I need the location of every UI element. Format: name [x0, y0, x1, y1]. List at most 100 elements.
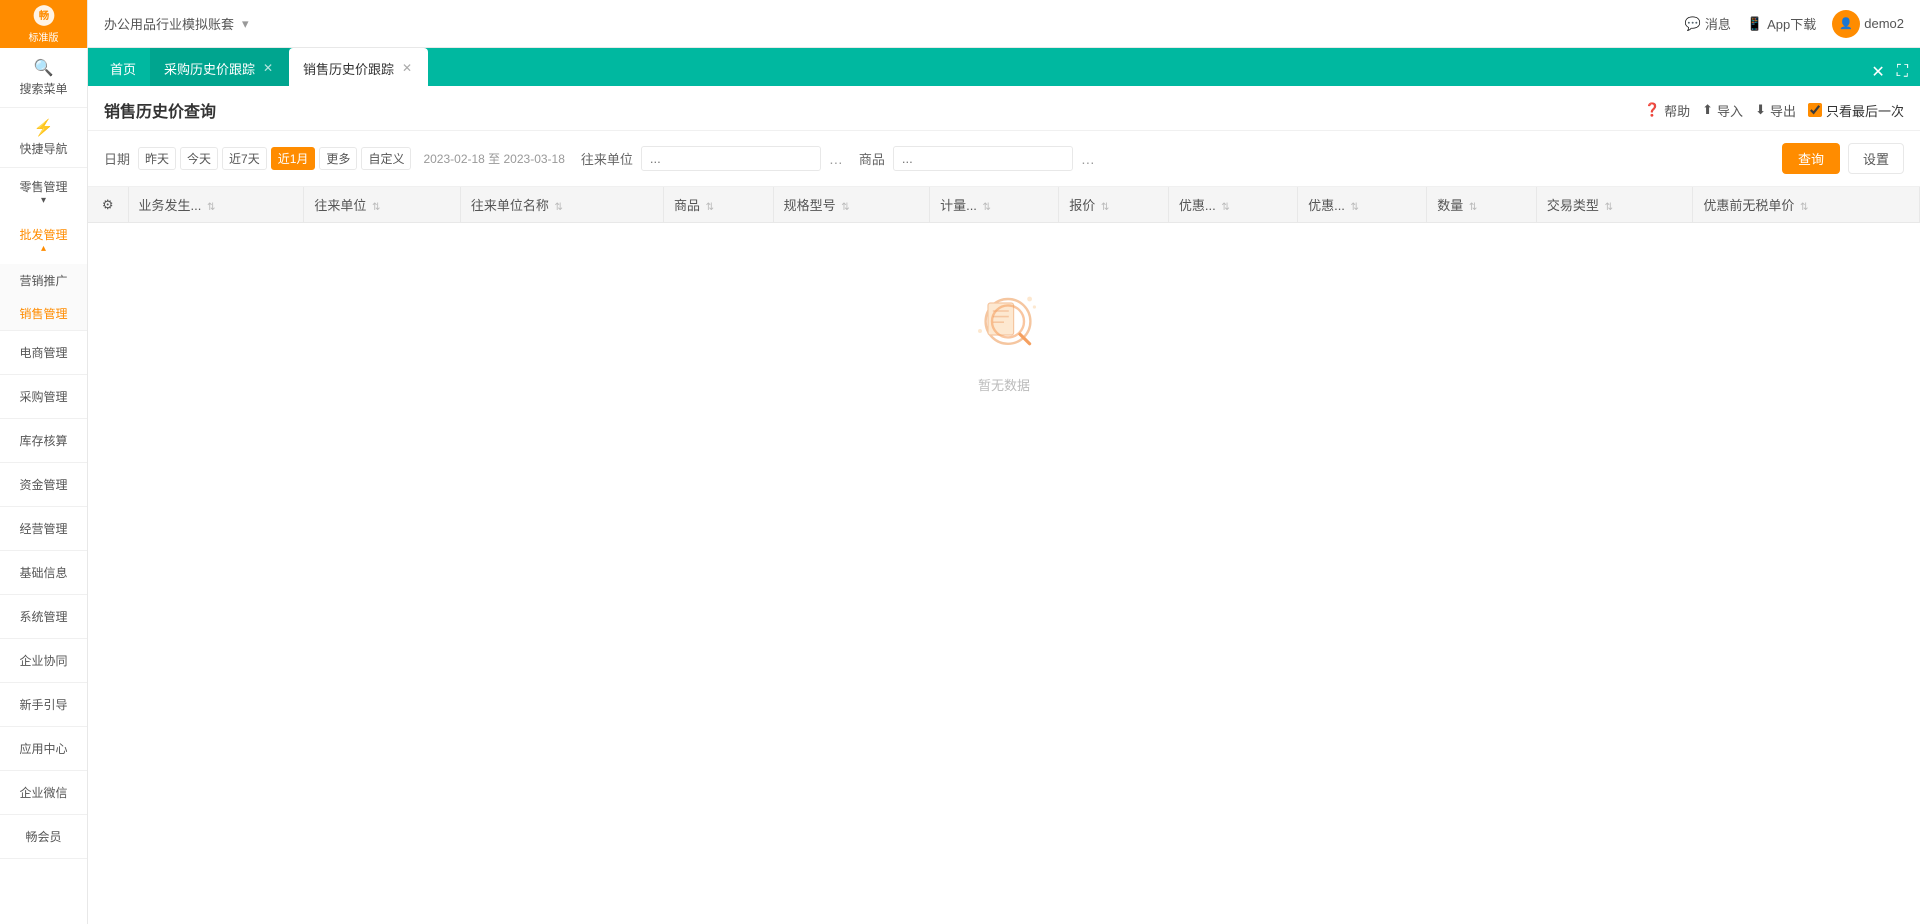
message-label: 消息 — [1705, 14, 1731, 33]
col-trade-type[interactable]: 交易类型 ⇅ — [1536, 187, 1692, 223]
wholesale-arrow: ▴ — [41, 243, 46, 254]
col-partner-name[interactable]: 往来单位名称 ⇅ — [460, 187, 663, 223]
sidebar-item-app-center[interactable]: 应用中心 — [0, 727, 87, 771]
ecommerce-label: 电商管理 — [19, 344, 67, 361]
date-more-btn[interactable]: 更多 — [319, 147, 357, 170]
sidebar-item-inventory[interactable]: 库存核算 — [0, 419, 87, 463]
sidebar-item-wechat[interactable]: 企业微信 — [0, 771, 87, 815]
tab-sales-history[interactable]: 销售历史价跟踪 ✕ — [289, 48, 428, 86]
col-unit-sort: ⇅ — [983, 202, 991, 213]
system-label: 系统管理 — [19, 608, 67, 625]
help-button[interactable]: ❓ 帮助 — [1644, 101, 1690, 120]
col-biz-date-sort: ⇅ — [207, 202, 215, 213]
col-partner-code-sort: ⇅ — [372, 202, 380, 213]
sidebar-item-system[interactable]: 系统管理 — [0, 595, 87, 639]
sidebar-item-shortcut[interactable]: ⚡ 快捷导航 — [0, 108, 87, 168]
wholesale-label: 批发管理 — [19, 226, 67, 243]
help-label: 帮助 — [1664, 101, 1690, 120]
col-discount2[interactable]: 优惠... ⇅ — [1298, 187, 1427, 223]
date-1month-btn[interactable]: 近1月 — [271, 147, 316, 170]
export-label: 导出 — [1770, 101, 1796, 120]
user-profile[interactable]: 👤 demo2 — [1832, 10, 1904, 38]
tab-purchase-history[interactable]: 采购历史价跟踪 ✕ — [150, 48, 289, 86]
sidebar-item-retail[interactable]: 零售管理 ▾ — [0, 168, 87, 216]
sidebar-item-basic[interactable]: 基础信息 — [0, 551, 87, 595]
date-today-btn[interactable]: 今天 — [180, 147, 218, 170]
col-settings[interactable]: ⚙ — [88, 187, 128, 223]
partner-input[interactable] — [641, 146, 821, 171]
import-label: 导入 — [1717, 101, 1743, 120]
avatar-icon: 👤 — [1839, 17, 1853, 30]
avatar: 👤 — [1832, 10, 1860, 38]
content-area: 销售历史价查询 ❓ 帮助 ⬆ 导入 ⬇ 导出 只看最后一次 — [88, 86, 1920, 924]
sidebar-sub-marketing: 营销推广 销售管理 — [0, 264, 87, 331]
sidebar-item-finance[interactable]: 资金管理 — [0, 463, 87, 507]
col-trade-type-label: 交易类型 — [1547, 198, 1599, 213]
sales-label: 销售管理 — [19, 305, 67, 322]
query-button[interactable]: 查询 — [1782, 143, 1840, 174]
sidebar-item-ecommerce[interactable]: 电商管理 — [0, 331, 87, 375]
empty-text: 暂无数据 — [978, 375, 1030, 394]
col-discount1[interactable]: 优惠... ⇅ — [1168, 187, 1297, 223]
goods-filter-group: 商品 … — [859, 146, 1095, 171]
settings-button[interactable]: 设置 — [1848, 143, 1904, 174]
partner-filter-group: 往来单位 … — [581, 146, 843, 171]
col-quoted-price-label: 报价 — [1069, 198, 1095, 213]
only-last-checkbox-label[interactable]: 只看最后一次 — [1808, 101, 1904, 120]
sidebar-item-operations[interactable]: 经营管理 — [0, 507, 87, 551]
date-7days-btn[interactable]: 近7天 — [222, 147, 267, 170]
sidebar-item-purchase[interactable]: 采购管理 — [0, 375, 87, 419]
filter-bar: 日期 昨天 今天 近7天 近1月 更多 自定义 2023-02-18 至 202… — [88, 131, 1920, 187]
col-qty-label: 数量 — [1437, 198, 1463, 213]
guide-label: 新手引导 — [19, 696, 67, 713]
col-pre-tax-price[interactable]: 优惠前无税单价 ⇅ — [1693, 187, 1920, 223]
col-discount1-sort: ⇅ — [1221, 202, 1229, 213]
close-sales-tab-button[interactable]: ✕ — [400, 61, 414, 75]
col-quoted-price[interactable]: 报价 ⇅ — [1059, 187, 1169, 223]
col-biz-date[interactable]: 业务发生... ⇅ — [128, 187, 304, 223]
topbar-left: 办公用品行业模拟账套 ▾ — [104, 14, 249, 33]
topbar: 办公用品行业模拟账套 ▾ 💬 消息 📱 App下载 👤 demo2 — [88, 0, 1920, 48]
only-last-checkbox[interactable] — [1808, 103, 1822, 117]
logo-text: 标准版 — [29, 29, 59, 44]
col-qty[interactable]: 数量 ⇅ — [1427, 187, 1537, 223]
col-partner-code[interactable]: 往来单位 ⇅ — [304, 187, 460, 223]
col-spec[interactable]: 规格型号 ⇅ — [773, 187, 929, 223]
topbar-dropdown-icon[interactable]: ▾ — [242, 16, 249, 32]
tab-fullscreen-button[interactable]: ⛶ — [1893, 63, 1912, 81]
message-button[interactable]: 💬 消息 — [1685, 14, 1731, 33]
operations-label: 经营管理 — [19, 520, 67, 537]
date-custom-btn[interactable]: 自定义 — [361, 147, 411, 170]
sidebar-item-sales[interactable]: 销售管理 — [0, 297, 87, 330]
col-unit[interactable]: 计量... ⇅ — [930, 187, 1059, 223]
sidebar-item-search-label: 搜索菜单 — [19, 80, 67, 97]
sidebar-item-member[interactable]: 畅会员 — [0, 815, 87, 859]
sidebar-item-search[interactable]: 🔍 搜索菜单 — [0, 48, 87, 108]
goods-search-icon[interactable]: … — [1081, 151, 1095, 167]
app-download-button[interactable]: 📱 App下载 — [1747, 14, 1816, 33]
partner-search-icon[interactable]: … — [829, 151, 843, 167]
export-button[interactable]: ⬇ 导出 — [1755, 101, 1796, 120]
goods-input[interactable] — [893, 146, 1073, 171]
col-partner-code-label: 往来单位 — [314, 198, 366, 213]
tab-close-all-button[interactable]: ✕ — [1867, 62, 1888, 82]
col-partner-name-label: 往来单位名称 — [471, 198, 549, 213]
tab-home[interactable]: 首页 — [96, 48, 150, 86]
date-yesterday-btn[interactable]: 昨天 — [138, 147, 176, 170]
finance-label: 资金管理 — [19, 476, 67, 493]
col-spec-sort: ⇅ — [841, 202, 849, 213]
sidebar-item-marketing[interactable]: 营销推广 — [0, 264, 87, 297]
import-button[interactable]: ⬆ 导入 — [1702, 101, 1743, 120]
page-title: 销售历史价查询 — [104, 98, 216, 122]
enterprise-label: 企业协同 — [19, 652, 67, 669]
sidebar-item-enterprise[interactable]: 企业协同 — [0, 639, 87, 683]
close-purchase-tab-button[interactable]: ✕ — [261, 61, 275, 75]
logo-icon: 畅 — [28, 4, 60, 27]
tab-home-label: 首页 — [110, 59, 136, 78]
sidebar-item-guide[interactable]: 新手引导 — [0, 683, 87, 727]
sidebar: 畅 标准版 🔍 搜索菜单 ⚡ 快捷导航 零售管理 ▾ 批发管理 ▴ 营销推广 销… — [0, 0, 88, 924]
col-partner-name-sort: ⇅ — [554, 202, 562, 213]
date-filter-group: 日期 昨天 今天 近7天 近1月 更多 自定义 2023-02-18 至 202… — [104, 147, 565, 170]
sidebar-item-wholesale[interactable]: 批发管理 ▴ — [0, 216, 87, 264]
col-goods[interactable]: 商品 ⇅ — [663, 187, 773, 223]
